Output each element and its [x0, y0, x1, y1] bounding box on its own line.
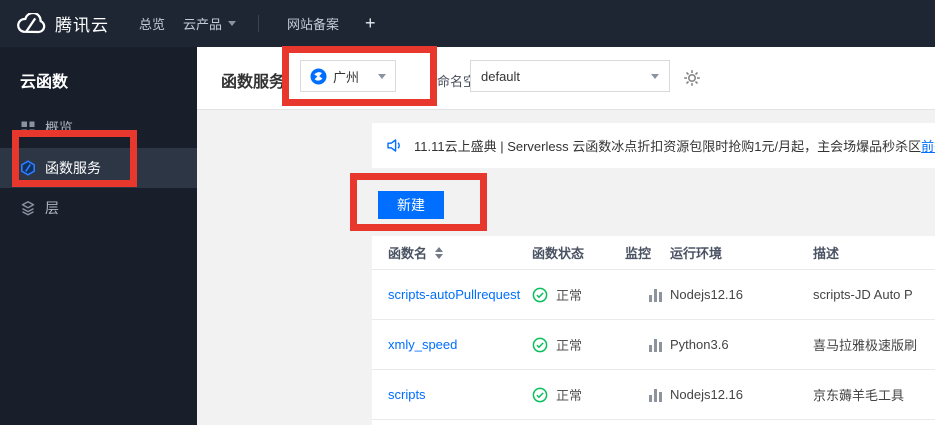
- scf-hexagon-icon: [20, 160, 36, 176]
- chevron-down-icon: [651, 73, 659, 79]
- description-cell: 京东薅羊毛工具: [813, 388, 905, 403]
- cloud-logo-icon: [16, 12, 46, 35]
- sidebar-item-layers[interactable]: 层: [0, 188, 197, 228]
- runtime-cell: Nodejs12.16: [670, 287, 743, 302]
- status-text: 正常: [556, 338, 583, 353]
- status-text: 正常: [556, 288, 583, 303]
- nav-item-overview[interactable]: 总览: [139, 14, 165, 33]
- namespace-select[interactable]: default: [470, 60, 670, 92]
- bar-chart-icon[interactable]: [649, 338, 664, 352]
- create-button[interactable]: 新建: [378, 191, 444, 219]
- nav-item-beian[interactable]: 网站备案: [287, 14, 339, 33]
- runtime-cell: Nodejs12.16: [670, 387, 743, 402]
- sidebar-item-label: 函数服务: [45, 160, 101, 176]
- grid-icon: [20, 120, 36, 136]
- bar-chart-icon[interactable]: [649, 288, 664, 302]
- column-header-name: 函数名: [388, 246, 428, 261]
- sidebar-item-overview[interactable]: 概览: [0, 108, 197, 148]
- runtime-cell: Python3.6: [670, 337, 729, 352]
- nav-item-cloud-products-label: 云产品: [183, 17, 223, 32]
- function-name-link[interactable]: scripts-autoPullrequest: [388, 287, 520, 302]
- sidebar-item-function-service[interactable]: 函数服务: [0, 148, 197, 188]
- check-circle-icon: [532, 387, 548, 402]
- column-header-status: 函数状态: [532, 246, 585, 261]
- status-text: 正常: [556, 388, 583, 403]
- table-row: xmly_speed 正常 Python3.6 喜马拉雅极速版刷: [372, 320, 935, 370]
- nav-add-tab-button[interactable]: +: [365, 13, 376, 34]
- table-next-row-partial: [372, 420, 935, 425]
- globe-icon: [310, 68, 327, 85]
- region-value: 广州: [333, 69, 360, 85]
- chevron-down-icon: [378, 73, 386, 79]
- sidebar-item-label: 层: [45, 200, 59, 216]
- description-cell: scripts-JD Auto P: [813, 287, 913, 302]
- gear-icon[interactable]: [683, 69, 701, 87]
- column-header-runtime: 运行环境: [670, 246, 723, 261]
- nav-item-cloud-products[interactable]: 云产品: [183, 14, 237, 33]
- function-name-link[interactable]: xmly_speed: [388, 337, 457, 352]
- banner-message: 11.11云上盛典 | Serverless 云函数冰点折扣资源包限时抢购1元/…: [414, 139, 922, 154]
- column-header-description: 描述: [813, 246, 840, 261]
- status-badge: 正常: [532, 285, 582, 304]
- page-title: 函数服务: [221, 74, 286, 91]
- check-circle-icon: [532, 287, 548, 302]
- namespace-value: default: [481, 68, 521, 84]
- description-cell: 喜马拉雅极速版刷: [813, 338, 918, 353]
- chevron-down-icon: [228, 21, 237, 26]
- check-circle-icon: [532, 337, 548, 352]
- function-name-link[interactable]: scripts: [388, 387, 426, 402]
- table-row: scripts-autoPullrequest 正常 Nodejs12.16 s…: [372, 270, 935, 320]
- table-row: scripts 正常 Nodejs12.16 京东薅羊毛工具: [372, 370, 935, 420]
- nav-divider: [258, 15, 260, 32]
- bar-chart-icon[interactable]: [649, 388, 664, 402]
- status-badge: 正常: [532, 335, 582, 354]
- sidebar-item-label: 概览: [45, 120, 73, 136]
- table-header-row: 函数名 函数状态 监控 运行环境 描述: [372, 236, 935, 270]
- page-header: 函数服务 广州 命名空间: default: [197, 47, 935, 110]
- status-badge: 正常: [532, 385, 582, 404]
- layers-icon: [20, 200, 36, 216]
- brand-name: 腾讯云: [55, 16, 109, 35]
- sort-icon[interactable]: [435, 246, 444, 259]
- sidebar: 云函数 概览 函数服务 层: [0, 47, 197, 425]
- top-navbar: 腾讯云 总览 云产品 网站备案 +: [0, 0, 935, 47]
- banner-link[interactable]: 前往: [921, 136, 935, 155]
- column-header-monitor: 监控: [625, 246, 652, 261]
- functions-table: 函数名 函数状态 监控 运行环境 描述 scripts-autoPullrequ…: [372, 236, 935, 425]
- megaphone-icon: [386, 137, 403, 154]
- promo-banner: 11.11云上盛典 | Serverless 云函数冰点折扣资源包限时抢购1元/…: [372, 123, 935, 168]
- brand-logo[interactable]: 腾讯云: [16, 11, 109, 36]
- sidebar-title: 云函数: [20, 74, 69, 91]
- region-selector[interactable]: 广州: [300, 60, 396, 92]
